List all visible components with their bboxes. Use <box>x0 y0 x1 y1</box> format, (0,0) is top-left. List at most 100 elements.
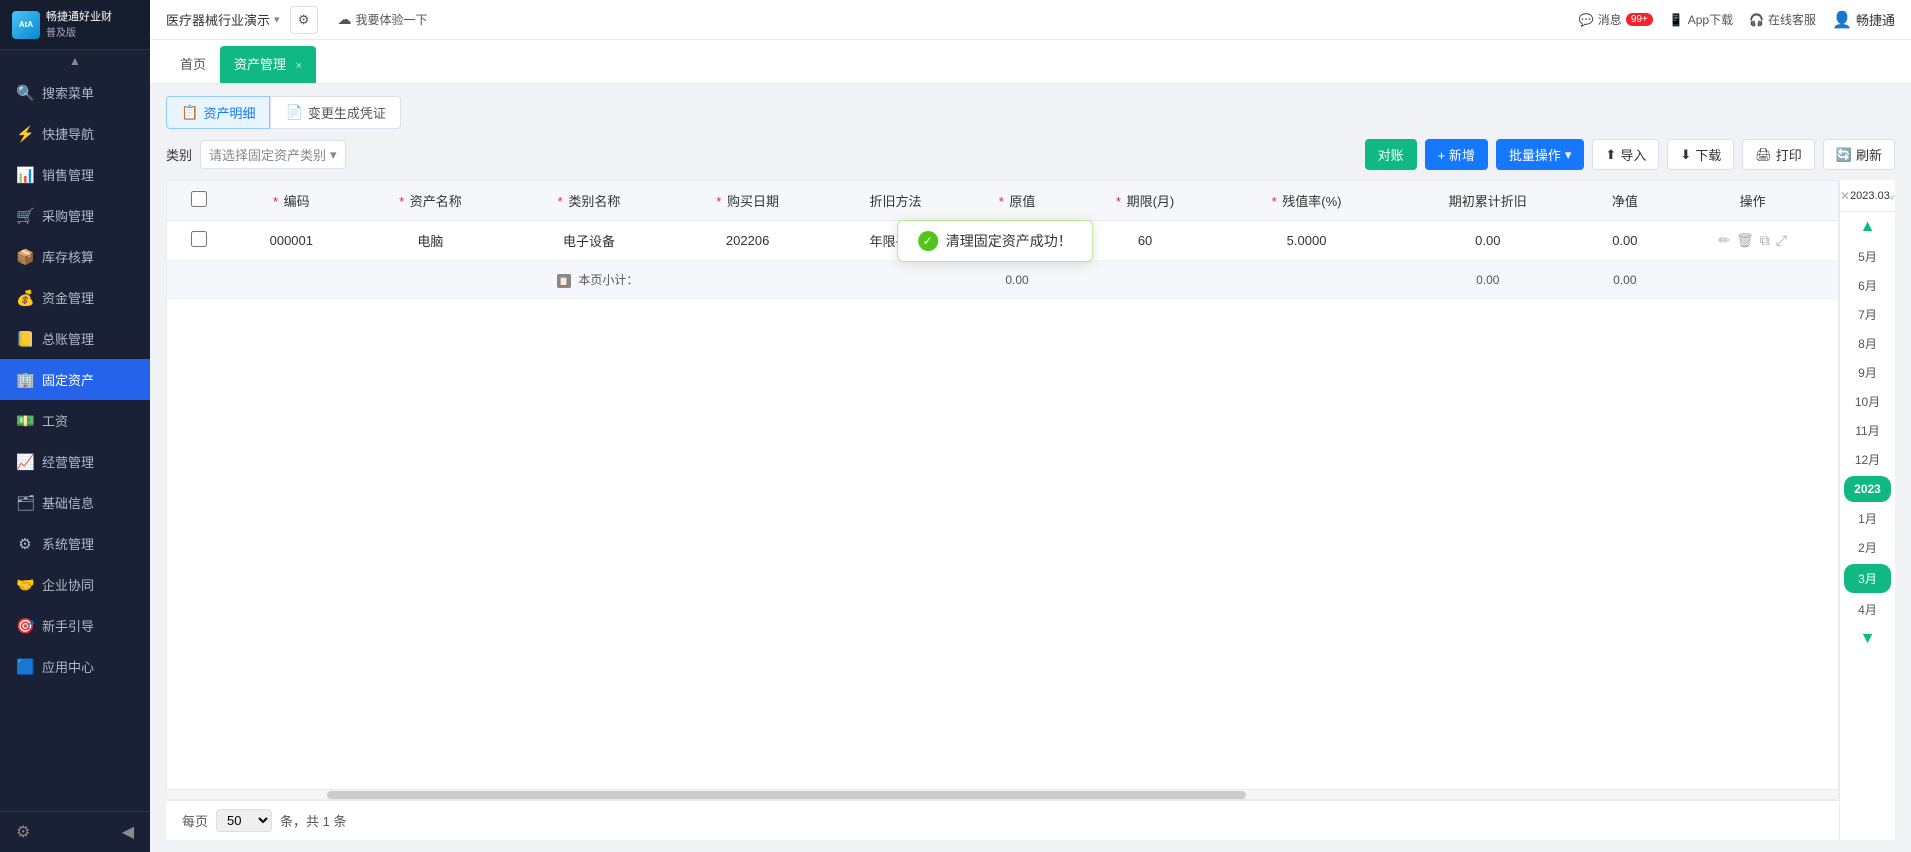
col-code: * 编码 <box>231 181 351 221</box>
trend-icon: 📈 <box>16 453 34 471</box>
batch-ops-button[interactable]: 批量操作 ▾ <box>1496 139 1585 170</box>
copy-icon[interactable]: ⧉ <box>1760 232 1770 249</box>
sidebar-item-sales[interactable]: 📊 销售管理 <box>0 154 150 195</box>
main-area: 医疗器械行业演示 ▾ ⚙ ☁ 我要体验一下 💬 消息 99+ 📱 App下载 🎧… <box>150 0 1911 852</box>
tab-home[interactable]: 首页 <box>166 46 220 83</box>
sidebar-item-appcenter[interactable]: 🟦 应用中心 <box>0 646 150 687</box>
search-icon: 🔍 <box>16 84 34 102</box>
col-purchase-date: * 购买日期 <box>668 181 827 221</box>
subtab-voucher[interactable]: 📄 变更生成凭证 <box>270 96 400 129</box>
sidebar-item-funds[interactable]: 💰 资金管理 <box>0 277 150 318</box>
timeline-month-10[interactable]: 10月 <box>1840 387 1895 416</box>
topbar-settings-button[interactable]: ⚙ <box>290 6 318 34</box>
timeline-month-6[interactable]: 6月 <box>1840 271 1895 300</box>
subtab-voucher-label: 变更生成凭证 <box>308 103 386 122</box>
settings-bottom-icon[interactable]: ⚙ <box>16 822 30 842</box>
refresh-icon: 🔄 <box>1836 147 1852 163</box>
row-purchase-date: 202206 <box>668 221 827 261</box>
message-button[interactable]: 💬 消息 99+ <box>1579 11 1653 28</box>
subtab-detail[interactable]: 📋 资产明细 <box>166 96 270 129</box>
col-depreciation-method: 折旧方法 <box>827 181 964 221</box>
print-button[interactable]: 🖨 打印 <box>1742 139 1815 170</box>
sidebar-item-baseinfo[interactable]: 🗂 基础信息 <box>0 482 150 523</box>
tab-asset[interactable]: 资产管理 × <box>220 46 316 83</box>
company-selector[interactable]: 医疗器械行业演示 ▾ <box>166 10 280 29</box>
timeline-down-button[interactable]: ▼ <box>1840 624 1895 654</box>
experience-link[interactable]: ☁ 我要体验一下 <box>338 11 428 28</box>
import-button[interactable]: ⬆ 导入 <box>1592 139 1659 170</box>
sidebar-item-inventory[interactable]: 📦 库存核算 <box>0 236 150 277</box>
header-checkbox[interactable] <box>191 191 207 207</box>
sidebar-item-sysmanage[interactable]: ⚙ 系统管理 <box>0 523 150 564</box>
sidebar-item-label: 经营管理 <box>42 452 94 471</box>
timeline-up-button[interactable]: ▲ <box>1840 212 1895 242</box>
horizontal-scrollbar[interactable] <box>167 789 1838 799</box>
per-page-select[interactable]: 50 10 20 100 <box>216 809 272 832</box>
book-icon: 📒 <box>16 330 34 348</box>
timeline-month-3-active[interactable]: 3月 <box>1844 564 1891 593</box>
apps-icon: 🟦 <box>16 658 34 676</box>
sidebar-item-payroll[interactable]: 💵 工资 <box>0 400 150 441</box>
sidebar-bottom: ⚙ ◀ <box>0 811 150 852</box>
user-name: 畅捷通 <box>1856 10 1895 29</box>
sidebar-item-label: 销售管理 <box>42 165 94 184</box>
sidebar-item-purchase[interactable]: 🛒 采购管理 <box>0 195 150 236</box>
sidebar-item-bizmanage[interactable]: 📈 经营管理 <box>0 441 150 482</box>
table-scroll[interactable]: * 编码 * 资产名称 * 类别名称 <box>167 181 1838 789</box>
app-download-button[interactable]: 📱 App下载 <box>1669 11 1733 28</box>
row-checkbox[interactable] <box>191 231 207 247</box>
timeline-month-2[interactable]: 2月 <box>1840 533 1895 562</box>
row-checkbox-cell <box>167 221 231 261</box>
timeline-month-4[interactable]: 4月 <box>1840 595 1895 624</box>
sidebar-item-newbie[interactable]: 🎯 新手引导 <box>0 605 150 646</box>
print-icon: 🖨 <box>1755 147 1772 163</box>
per-page-label: 每页 <box>182 811 208 830</box>
timeline-month-9[interactable]: 9月 <box>1840 358 1895 387</box>
sidebar-item-quicknav[interactable]: ⚡ 快捷导航 <box>0 113 150 154</box>
download-icon: 📱 <box>1669 13 1684 27</box>
timeline-month-7[interactable]: 7月 <box>1840 300 1895 329</box>
timeline-month-12[interactable]: 12月 <box>1840 445 1895 474</box>
col-net-value: 净值 <box>1583 181 1668 221</box>
timeline-year-label: 2023.03 <box>1850 190 1890 202</box>
timeline-expand-button[interactable]: ⤢ <box>1890 188 1895 203</box>
delete-icon[interactable]: 🗑 <box>1736 232 1754 249</box>
timeline-month-5[interactable]: 5月 <box>1840 242 1895 271</box>
user-area[interactable]: 👤 畅捷通 <box>1832 10 1895 30</box>
timeline-close-button[interactable]: ✕ <box>1840 189 1850 203</box>
subtab-bar: 📋 资产明细 📄 变更生成凭证 <box>166 96 1895 129</box>
edit-icon[interactable]: ✏ <box>1718 232 1730 249</box>
filter-area: 类别 请选择固定资产类别 ▾ <box>166 140 346 169</box>
row-residual-rate: 5.0000 <box>1220 221 1393 261</box>
online-service-button[interactable]: 🎧 在线客服 <box>1749 11 1816 28</box>
timeline-month-11[interactable]: 11月 <box>1840 416 1895 445</box>
timeline-month-1[interactable]: 1月 <box>1840 504 1895 533</box>
sidebar-item-bizcollab[interactable]: 🤝 企业协同 <box>0 564 150 605</box>
tab-close-icon[interactable]: × <box>296 60 302 72</box>
timeline-header: ✕ 2023.03 ⤢ <box>1840 180 1895 212</box>
more-icon[interactable]: ⤢ <box>1776 232 1787 249</box>
reconcile-button[interactable]: 对账 <box>1365 139 1417 170</box>
sidebar-item-fixed[interactable]: 🏢 固定资产 <box>0 359 150 400</box>
subtotal-original-value: 0.00 <box>964 261 1070 299</box>
payroll-icon: 💵 <box>16 412 34 430</box>
timeline-month-8[interactable]: 8月 <box>1840 329 1895 358</box>
table-and-timeline: * 编码 * 资产名称 * 类别名称 <box>166 180 1895 840</box>
collapse-icon[interactable]: ◀ <box>122 822 134 842</box>
money-icon: 💰 <box>16 289 34 307</box>
gear-icon: ⚙ <box>16 535 34 553</box>
sidebar-item-search[interactable]: 🔍 搜索菜单 <box>0 72 150 113</box>
sidebar-scroll-up[interactable]: ▲ <box>0 50 150 72</box>
category-filter[interactable]: 请选择固定资产类别 ▾ <box>200 140 346 169</box>
download-button[interactable]: ⬇ 下载 <box>1667 139 1734 170</box>
batch-chevron-icon: ▾ <box>1565 147 1572 163</box>
sidebar-item-ledger[interactable]: 📒 总账管理 <box>0 318 150 359</box>
print-label: 打印 <box>1776 145 1802 164</box>
sidebar-item-label: 应用中心 <box>42 657 94 676</box>
refresh-button[interactable]: 🔄 刷新 <box>1823 139 1895 170</box>
col-original-value: * 原值 <box>964 181 1070 221</box>
handshake-icon: 🤝 <box>16 576 34 594</box>
box-icon: 📦 <box>16 248 34 266</box>
new-button[interactable]: + 新增 <box>1425 139 1488 170</box>
timeline-year-2023[interactable]: 2023 <box>1844 476 1891 502</box>
